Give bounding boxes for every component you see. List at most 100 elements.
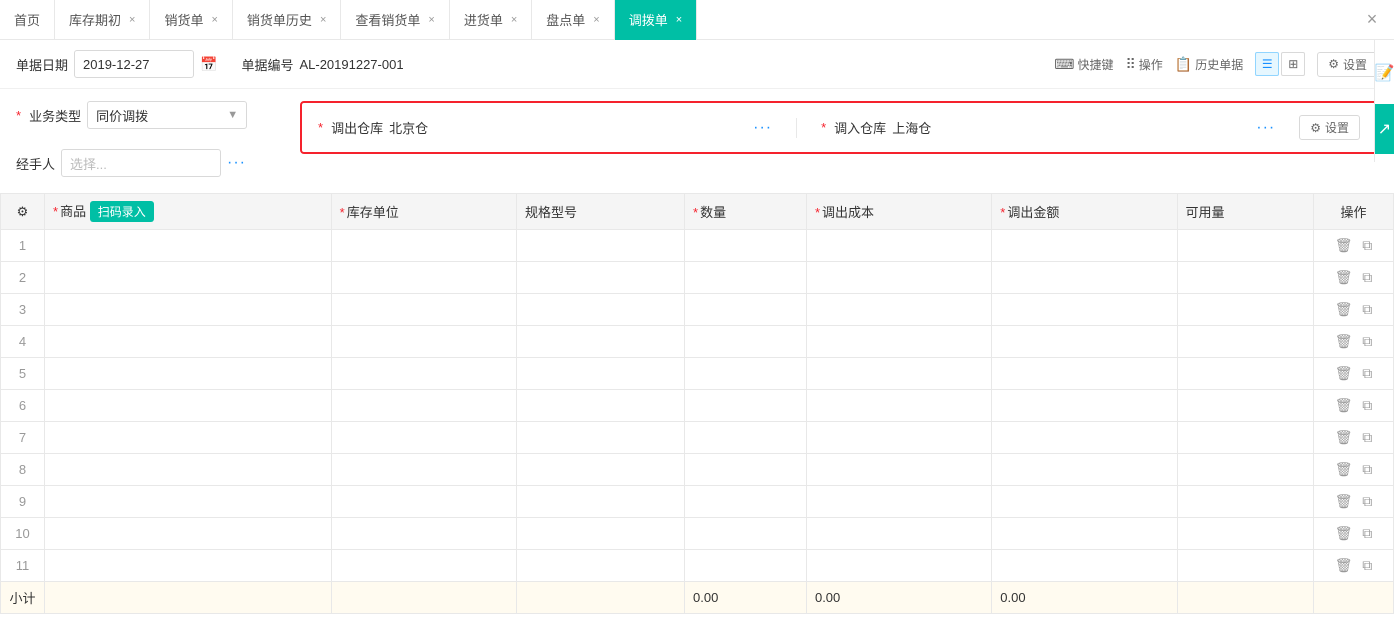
- delete-icon[interactable]: 🗑: [1332, 333, 1356, 349]
- row-product[interactable]: [45, 294, 332, 326]
- row-unit[interactable]: [331, 518, 516, 550]
- row-unit[interactable]: [331, 454, 516, 486]
- row-cost[interactable]: [806, 230, 991, 262]
- row-amount[interactable]: [992, 486, 1177, 518]
- tab-sales-history-close[interactable]: ×: [320, 14, 326, 26]
- row-product[interactable]: [45, 390, 332, 422]
- row-qty[interactable]: [685, 294, 807, 326]
- copy-icon[interactable]: ⧉: [1359, 237, 1375, 253]
- tab-view-sales[interactable]: 查看销货单 ×: [341, 0, 449, 40]
- row-qty[interactable]: [685, 326, 807, 358]
- in-warehouse-more-btn[interactable]: ···: [1256, 119, 1275, 137]
- delete-icon[interactable]: 🗑: [1332, 557, 1356, 573]
- copy-icon[interactable]: ⧉: [1359, 461, 1375, 477]
- delete-icon[interactable]: 🗑: [1332, 493, 1356, 509]
- row-cost[interactable]: [806, 518, 991, 550]
- row-qty[interactable]: [685, 230, 807, 262]
- row-spec[interactable]: [516, 518, 684, 550]
- row-qty[interactable]: [685, 518, 807, 550]
- row-unit[interactable]: [331, 326, 516, 358]
- history-link[interactable]: 📋 历史单据: [1175, 56, 1243, 73]
- row-cost[interactable]: [806, 486, 991, 518]
- grid-view-btn[interactable]: ⊞: [1281, 52, 1305, 76]
- row-unit[interactable]: [331, 422, 516, 454]
- copy-icon[interactable]: ⧉: [1359, 525, 1375, 541]
- row-spec[interactable]: [516, 262, 684, 294]
- row-cost[interactable]: [806, 294, 991, 326]
- out-warehouse-more-btn[interactable]: ···: [753, 119, 772, 137]
- row-spec[interactable]: [516, 326, 684, 358]
- delete-icon[interactable]: 🗑: [1332, 269, 1356, 285]
- copy-icon[interactable]: ⧉: [1359, 429, 1375, 445]
- row-qty[interactable]: [685, 262, 807, 294]
- tab-view-sales-close[interactable]: ×: [428, 14, 434, 26]
- row-cost[interactable]: [806, 262, 991, 294]
- biz-type-select[interactable]: 同价调拨 ▼: [87, 101, 247, 129]
- row-spec[interactable]: [516, 294, 684, 326]
- copy-icon[interactable]: ⧉: [1359, 493, 1375, 509]
- row-product[interactable]: [45, 454, 332, 486]
- delete-icon[interactable]: 🗑: [1332, 397, 1356, 413]
- row-unit[interactable]: [331, 294, 516, 326]
- tab-inventory-init-close[interactable]: ×: [129, 14, 135, 26]
- row-amount[interactable]: [992, 326, 1177, 358]
- delete-icon[interactable]: 🗑: [1332, 429, 1356, 445]
- tab-home[interactable]: 首页: [0, 0, 55, 40]
- row-product[interactable]: [45, 486, 332, 518]
- copy-icon[interactable]: ⧉: [1359, 365, 1375, 381]
- row-product[interactable]: [45, 422, 332, 454]
- row-spec[interactable]: [516, 390, 684, 422]
- tab-transfer-close[interactable]: ×: [676, 14, 682, 26]
- row-amount[interactable]: [992, 230, 1177, 262]
- row-spec[interactable]: [516, 486, 684, 518]
- row-amount[interactable]: [992, 294, 1177, 326]
- rt-note-btn[interactable]: 📝: [1375, 48, 1394, 98]
- delete-icon[interactable]: 🗑: [1332, 237, 1356, 253]
- delete-icon[interactable]: 🗑: [1332, 461, 1356, 477]
- row-spec[interactable]: [516, 230, 684, 262]
- row-product[interactable]: [45, 262, 332, 294]
- row-amount[interactable]: [992, 454, 1177, 486]
- row-amount[interactable]: [992, 422, 1177, 454]
- row-unit[interactable]: [331, 550, 516, 582]
- warehouse-settings-btn[interactable]: ⚙ 设置: [1299, 115, 1360, 140]
- row-qty[interactable]: [685, 550, 807, 582]
- window-close-button[interactable]: ×: [1358, 6, 1386, 34]
- tab-sales-order[interactable]: 销货单 ×: [150, 0, 232, 40]
- row-product[interactable]: [45, 326, 332, 358]
- row-spec[interactable]: [516, 550, 684, 582]
- copy-icon[interactable]: ⧉: [1359, 397, 1375, 413]
- delete-icon[interactable]: 🗑: [1332, 525, 1356, 541]
- date-value[interactable]: 2019-12-27: [74, 50, 194, 78]
- row-qty[interactable]: [685, 422, 807, 454]
- row-product[interactable]: [45, 230, 332, 262]
- row-cost[interactable]: [806, 422, 991, 454]
- row-amount[interactable]: [992, 518, 1177, 550]
- row-spec[interactable]: [516, 422, 684, 454]
- copy-icon[interactable]: ⧉: [1359, 333, 1375, 349]
- row-unit[interactable]: [331, 486, 516, 518]
- copy-icon[interactable]: ⧉: [1359, 301, 1375, 317]
- tab-stocktake-close[interactable]: ×: [593, 14, 599, 26]
- row-cost[interactable]: [806, 358, 991, 390]
- list-view-btn[interactable]: ☰: [1255, 52, 1279, 76]
- person-more-btn[interactable]: ···: [227, 154, 246, 172]
- row-amount[interactable]: [992, 358, 1177, 390]
- row-amount[interactable]: [992, 262, 1177, 294]
- row-product[interactable]: [45, 550, 332, 582]
- operation-link[interactable]: ⠿ 操作: [1125, 56, 1162, 73]
- person-select[interactable]: 选择...: [61, 149, 221, 177]
- row-cost[interactable]: [806, 550, 991, 582]
- tab-purchase[interactable]: 进货单 ×: [450, 0, 532, 40]
- delete-icon[interactable]: 🗑: [1332, 365, 1356, 381]
- row-unit[interactable]: [331, 390, 516, 422]
- row-product[interactable]: [45, 358, 332, 390]
- row-cost[interactable]: [806, 326, 991, 358]
- row-amount[interactable]: [992, 390, 1177, 422]
- scan-entry-btn[interactable]: 扫码录入: [90, 201, 154, 222]
- row-cost[interactable]: [806, 390, 991, 422]
- settings-button[interactable]: ⚙ 设置: [1317, 52, 1378, 77]
- row-unit[interactable]: [331, 262, 516, 294]
- copy-icon[interactable]: ⧉: [1359, 269, 1375, 285]
- row-qty[interactable]: [685, 390, 807, 422]
